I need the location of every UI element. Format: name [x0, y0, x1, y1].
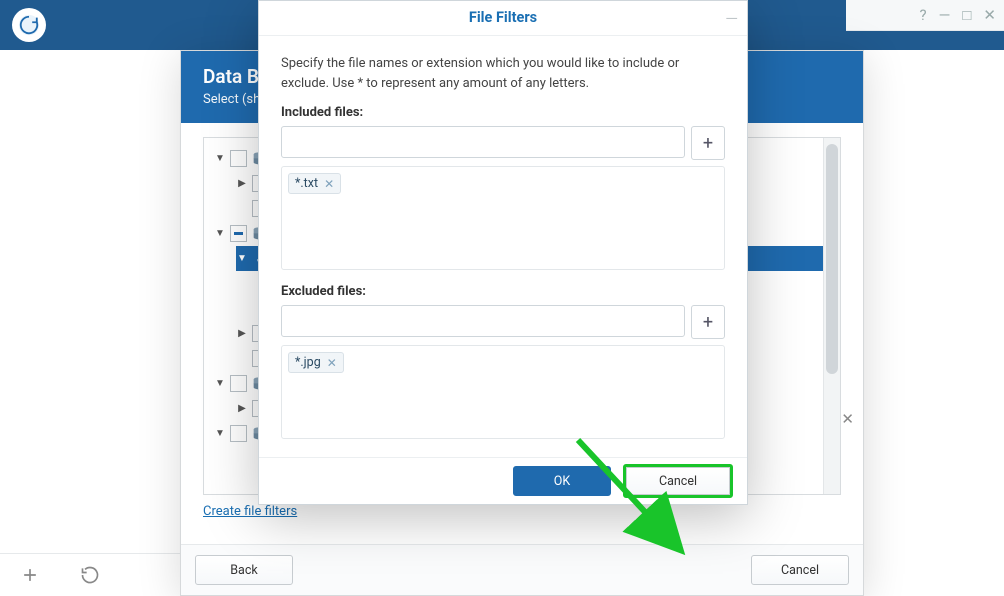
create-file-filter-link[interactable]: Create file filters	[203, 504, 297, 519]
dialog-header: File Filters ─	[259, 1, 747, 36]
chevron-right-icon[interactable]: ▶	[236, 178, 248, 189]
included-files-input[interactable]	[281, 126, 685, 158]
minimize-icon[interactable]: —	[939, 8, 951, 23]
dialog-title: File Filters	[259, 9, 747, 26]
close-icon[interactable]: ✕	[841, 410, 854, 428]
checkbox[interactable]	[230, 425, 247, 442]
wizard-footer: Back Cancel	[181, 544, 863, 595]
scrollbar-thumb[interactable]	[826, 144, 838, 374]
excluded-tags-area: *.jpg ✕	[281, 345, 725, 439]
tag-label: *.jpg	[295, 355, 321, 370]
help-icon[interactable]: ?	[920, 8, 927, 23]
excluded-files-label: Excluded files:	[281, 284, 725, 299]
chevron-down-icon[interactable]: ▼	[214, 153, 226, 164]
chevron-down-icon[interactable]: ▼	[214, 378, 226, 389]
chevron-right-icon[interactable]: ▶	[236, 403, 248, 414]
add-excluded-button[interactable]: +	[691, 305, 725, 339]
dialog-explanation: Specify the file names or extension whic…	[281, 54, 725, 93]
checkbox[interactable]	[230, 150, 247, 167]
excluded-tag[interactable]: *.jpg ✕	[288, 352, 344, 373]
included-files-label: Included files:	[281, 105, 725, 120]
cancel-button[interactable]: Cancel	[626, 467, 730, 495]
remove-tag-icon[interactable]: ✕	[324, 177, 334, 191]
checkbox[interactable]	[230, 375, 247, 392]
chevron-right-icon[interactable]: ▶	[236, 328, 248, 339]
maximize-icon[interactable]: □	[962, 8, 971, 23]
dialog-close-icon[interactable]: ─	[726, 9, 737, 27]
app-logo-icon	[12, 8, 46, 42]
history-button[interactable]	[60, 554, 120, 596]
file-filters-dialog: File Filters ─ Specify the file names or…	[258, 0, 748, 505]
app-left-panel	[0, 50, 181, 596]
scrollbar[interactable]	[823, 138, 840, 494]
remove-tag-icon[interactable]: ✕	[327, 356, 337, 370]
chevron-down-icon[interactable]: ▼	[214, 428, 226, 439]
cancel-button[interactable]: Cancel	[751, 555, 849, 585]
ok-button[interactable]: OK	[513, 466, 611, 496]
chevron-down-icon[interactable]: ▼	[214, 228, 226, 239]
back-button[interactable]: Back	[195, 555, 293, 585]
checkbox-partial[interactable]	[230, 225, 247, 242]
add-task-button[interactable]	[0, 554, 60, 596]
tag-label: *.txt	[295, 176, 318, 191]
left-toolbar	[0, 553, 180, 596]
dialog-footer: OK Cancel	[259, 457, 747, 504]
included-tag[interactable]: *.txt ✕	[288, 173, 341, 194]
included-tags-area: *.txt ✕	[281, 166, 725, 270]
app-window-controls: ? — □ ✕	[846, 0, 1004, 31]
cancel-highlight: Cancel	[623, 464, 733, 498]
chevron-down-icon[interactable]: ▼	[236, 253, 248, 264]
excluded-files-input[interactable]	[281, 305, 685, 337]
add-included-button[interactable]: +	[691, 126, 725, 160]
dialog-body: Specify the file names or extension whic…	[259, 36, 747, 457]
close-icon[interactable]: ✕	[983, 8, 996, 23]
